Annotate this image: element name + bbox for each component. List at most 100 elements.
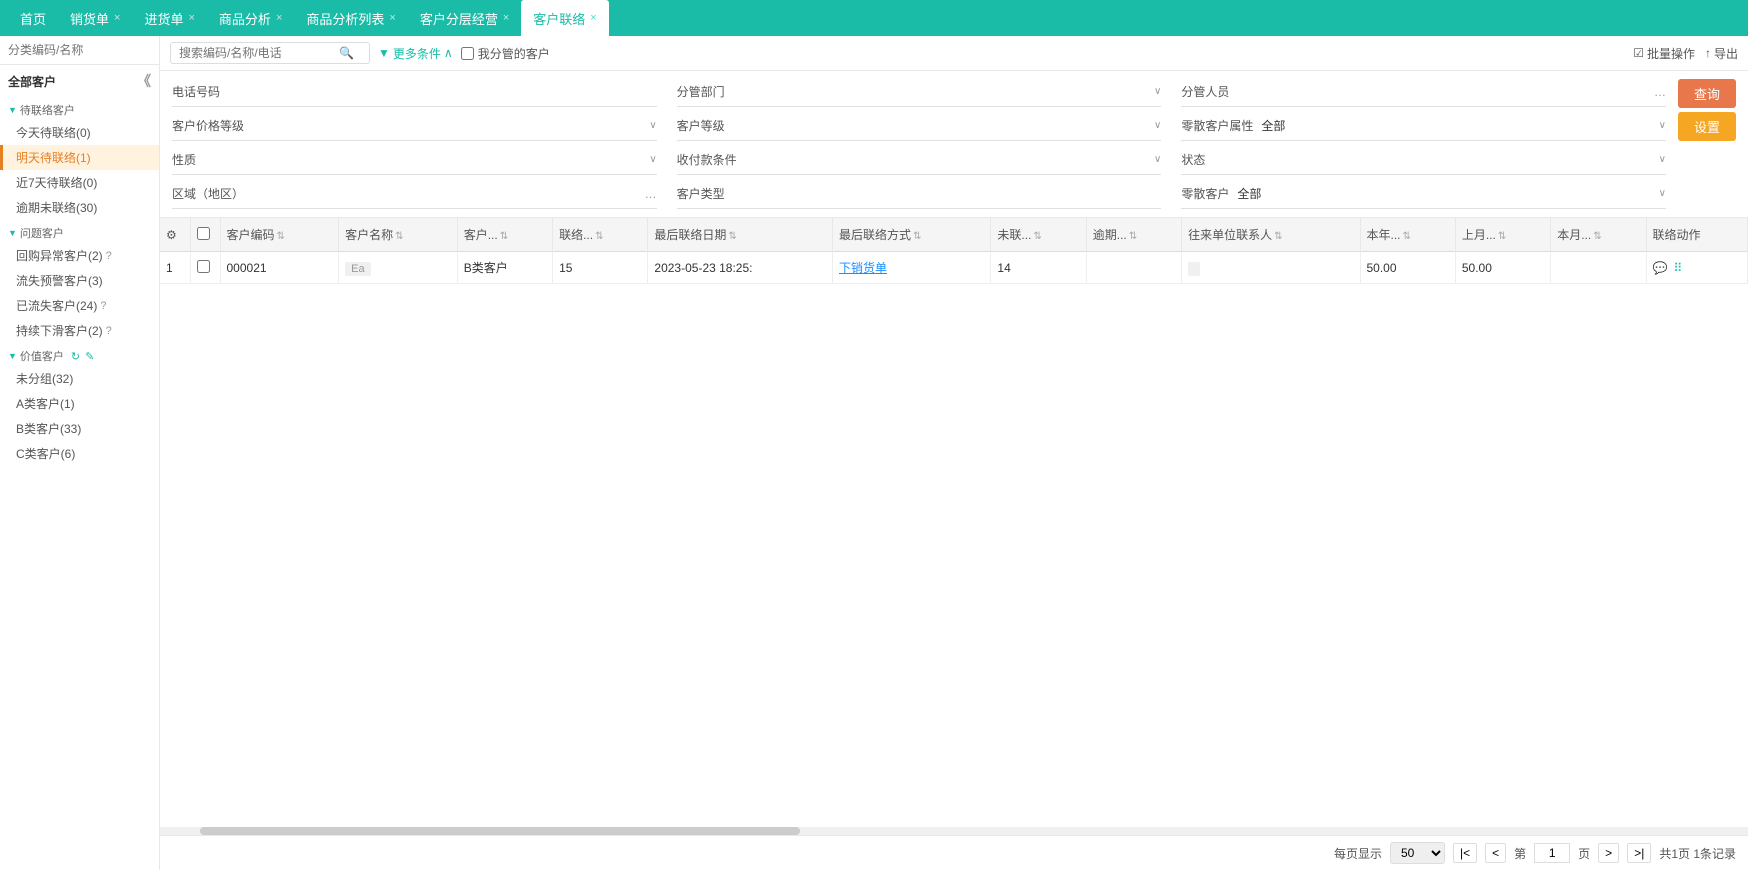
row-last-date: 2023-05-23 18:25: (648, 252, 833, 284)
close-purchase-icon[interactable]: × (188, 12, 194, 24)
row-this-month (1551, 252, 1646, 284)
all-customers-label: 全部客户 (8, 73, 56, 90)
toolbar: 🔍 ▼ 更多条件 ∧ 我分管的客户 ☑ 批量操作 ↑ 导出 (160, 36, 1748, 71)
th-last-method[interactable]: 最后联络方式⇅ (832, 218, 990, 252)
qr-icon[interactable]: ⠿ (1673, 261, 1682, 275)
th-this-month[interactable]: 本月...⇅ (1551, 218, 1646, 252)
chevron-down-icon: ∧ (444, 46, 453, 60)
batch-op-button[interactable]: ☑ 批量操作 (1633, 45, 1695, 62)
nav-customer-contact[interactable]: 客户联络 × (521, 0, 608, 36)
row-last-method: 下销货单 (832, 252, 990, 284)
group-value[interactable]: ▼ 价值客户 ↻ ✎ (0, 343, 159, 366)
h-scroll-thumb[interactable] (200, 827, 800, 835)
close-product-list-icon[interactable]: × (389, 12, 395, 24)
all-customers-header[interactable]: 全部客户 《 (0, 65, 159, 97)
sidebar-item-a-class[interactable]: A类客户(1) (0, 391, 159, 416)
sidebar-item-churn-warning[interactable]: 流失预警客户(3) (0, 268, 159, 293)
th-check (190, 218, 220, 252)
sidebar-item-abnormal-repurchase[interactable]: 回购异常客户(2) ? (0, 243, 159, 268)
sidebar-search-input[interactable] (8, 43, 160, 57)
refresh-icon[interactable]: ↻ (71, 350, 80, 363)
table-header-row: ⚙ 客户编码⇅ 客户名称⇅ 客户...⇅ 联络...⇅ 最后联络日期⇅ 最后联络… (160, 218, 1748, 252)
filter-buttons: 查询 设置 (1678, 79, 1736, 209)
edit-icon[interactable]: ✎ (85, 350, 94, 363)
total-records: 共1页 1条记录 (1659, 845, 1736, 862)
row-contacts: 15 (553, 252, 648, 284)
filter-cell-customer-level: 客户等级 ∨ (677, 113, 1162, 141)
sidebar-item-ungrouped[interactable]: 未分组(32) (0, 366, 159, 391)
sidebar-search-wrap: 🔍 (0, 36, 159, 65)
sidebar-item-declining[interactable]: 持续下滑客户(2) ? (0, 318, 159, 343)
filter-cell-customer-type: 客户类型 (677, 181, 1162, 209)
th-code[interactable]: 客户编码⇅ (220, 218, 339, 252)
close-customer-contact-icon[interactable]: × (590, 12, 596, 24)
group-pending-contact[interactable]: ▼ 待联络客户 (0, 97, 159, 120)
toolbar-right: ☑ 批量操作 ↑ 导出 (1633, 45, 1738, 62)
th-last-month[interactable]: 上月...⇅ (1455, 218, 1550, 252)
chat-icon[interactable]: 💬 (1653, 261, 1668, 275)
th-gear[interactable]: ⚙ (160, 218, 190, 252)
top-nav: 首页 销货单 × 进货单 × 商品分析 × 商品分析列表 × 客户分层经营 × … (0, 0, 1748, 36)
last-page-button[interactable]: >| (1627, 843, 1651, 863)
row-code: 000021 (220, 252, 339, 284)
th-this-year[interactable]: 本年...⇅ (1360, 218, 1455, 252)
th-last-date[interactable]: 最后联络日期⇅ (648, 218, 833, 252)
row-checkbox[interactable] (197, 260, 210, 273)
filter-cell-retail-customer: 零散客户 全部 ∨ (1181, 181, 1666, 209)
sidebar-item-7days[interactable]: 近7天待联络(0) (0, 170, 159, 195)
group-problem[interactable]: ▼ 问题客户 (0, 220, 159, 243)
close-customer-tier-icon[interactable]: × (503, 12, 509, 24)
sidebar-item-c-class[interactable]: C类客户(6) (0, 441, 159, 466)
nav-product-analysis-list[interactable]: 商品分析列表 × (294, 0, 407, 36)
nav-product-analysis[interactable]: 商品分析 × (207, 0, 294, 36)
status-arrow-icon: ∨ (1659, 154, 1666, 165)
sidebar-item-b-class[interactable]: B类客户(33) (0, 416, 159, 441)
nav-home[interactable]: 首页 (8, 0, 58, 36)
page-input[interactable] (1534, 843, 1570, 863)
more-conditions-button[interactable]: ▼ 更多条件 ∧ (378, 45, 453, 62)
page-unit: 页 (1578, 845, 1590, 862)
th-contacts[interactable]: 联络...⇅ (553, 218, 648, 252)
search-input[interactable] (179, 46, 339, 60)
sidebar-item-today[interactable]: 今天待联络(0) (0, 120, 159, 145)
query-button[interactable]: 查询 (1678, 79, 1736, 108)
nav-purchase[interactable]: 进货单 × (132, 0, 206, 36)
row-unlinked: 14 (991, 252, 1086, 284)
sidebar-item-tomorrow[interactable]: 明天待联络(1) (0, 145, 159, 170)
next-page-button[interactable]: > (1598, 843, 1619, 863)
close-product-analysis-icon[interactable]: × (276, 12, 282, 24)
filter-cell-region: 区域（地区） … (172, 181, 657, 209)
th-type[interactable]: 客户...⇅ (457, 218, 552, 252)
h-scrollbar[interactable] (160, 827, 1748, 835)
sidebar-item-overdue[interactable]: 逾期未联络(30) (0, 195, 159, 220)
filter-row-4: 区域（地区） … 客户类型 零散客户 全部 ∨ (172, 181, 1666, 209)
filter-cell-manager: 分管人员 … (1181, 79, 1666, 107)
filter-icon: ▼ (378, 46, 390, 60)
row-last-month: 50.00 (1455, 252, 1550, 284)
select-all-checkbox[interactable] (197, 227, 210, 240)
collapse-icon: 《 (137, 71, 151, 91)
filter-cell-status: 状态 ∨ (1181, 147, 1666, 175)
batch-icon: ☑ (1633, 46, 1644, 60)
filter-row-2: 客户价格等级 ∨ 客户等级 ∨ 零散客户属性 全部 ∨ (172, 113, 1666, 141)
per-page-select[interactable]: 50 100 200 (1390, 842, 1445, 864)
search-submit-icon[interactable]: 🔍 (339, 46, 354, 60)
sidebar-item-churned[interactable]: 已流失客户(24) ? (0, 293, 159, 318)
close-sales-icon[interactable]: × (114, 12, 120, 24)
th-unit-contact[interactable]: 往来单位联系人⇅ (1182, 218, 1360, 252)
settings-button[interactable]: 设置 (1678, 112, 1736, 141)
th-unlinked[interactable]: 未联...⇅ (991, 218, 1086, 252)
first-page-button[interactable]: |< (1453, 843, 1477, 863)
nav-customer-tier[interactable]: 客户分层经营 × (408, 0, 521, 36)
row-actions: 💬 ⠿ (1646, 252, 1747, 284)
my-customers-checkbox[interactable] (461, 47, 474, 60)
th-overdue[interactable]: 逾期...⇅ (1086, 218, 1181, 252)
prev-page-button[interactable]: < (1485, 843, 1506, 863)
nav-sales[interactable]: 销货单 × (58, 0, 132, 36)
page-label: 第 (1514, 845, 1526, 862)
last-method-link[interactable]: 下销货单 (839, 261, 887, 275)
th-name[interactable]: 客户名称⇅ (339, 218, 458, 252)
row-overdue (1086, 252, 1181, 284)
my-customers-check[interactable]: 我分管的客户 (461, 45, 550, 62)
export-button[interactable]: ↑ 导出 (1705, 45, 1738, 62)
